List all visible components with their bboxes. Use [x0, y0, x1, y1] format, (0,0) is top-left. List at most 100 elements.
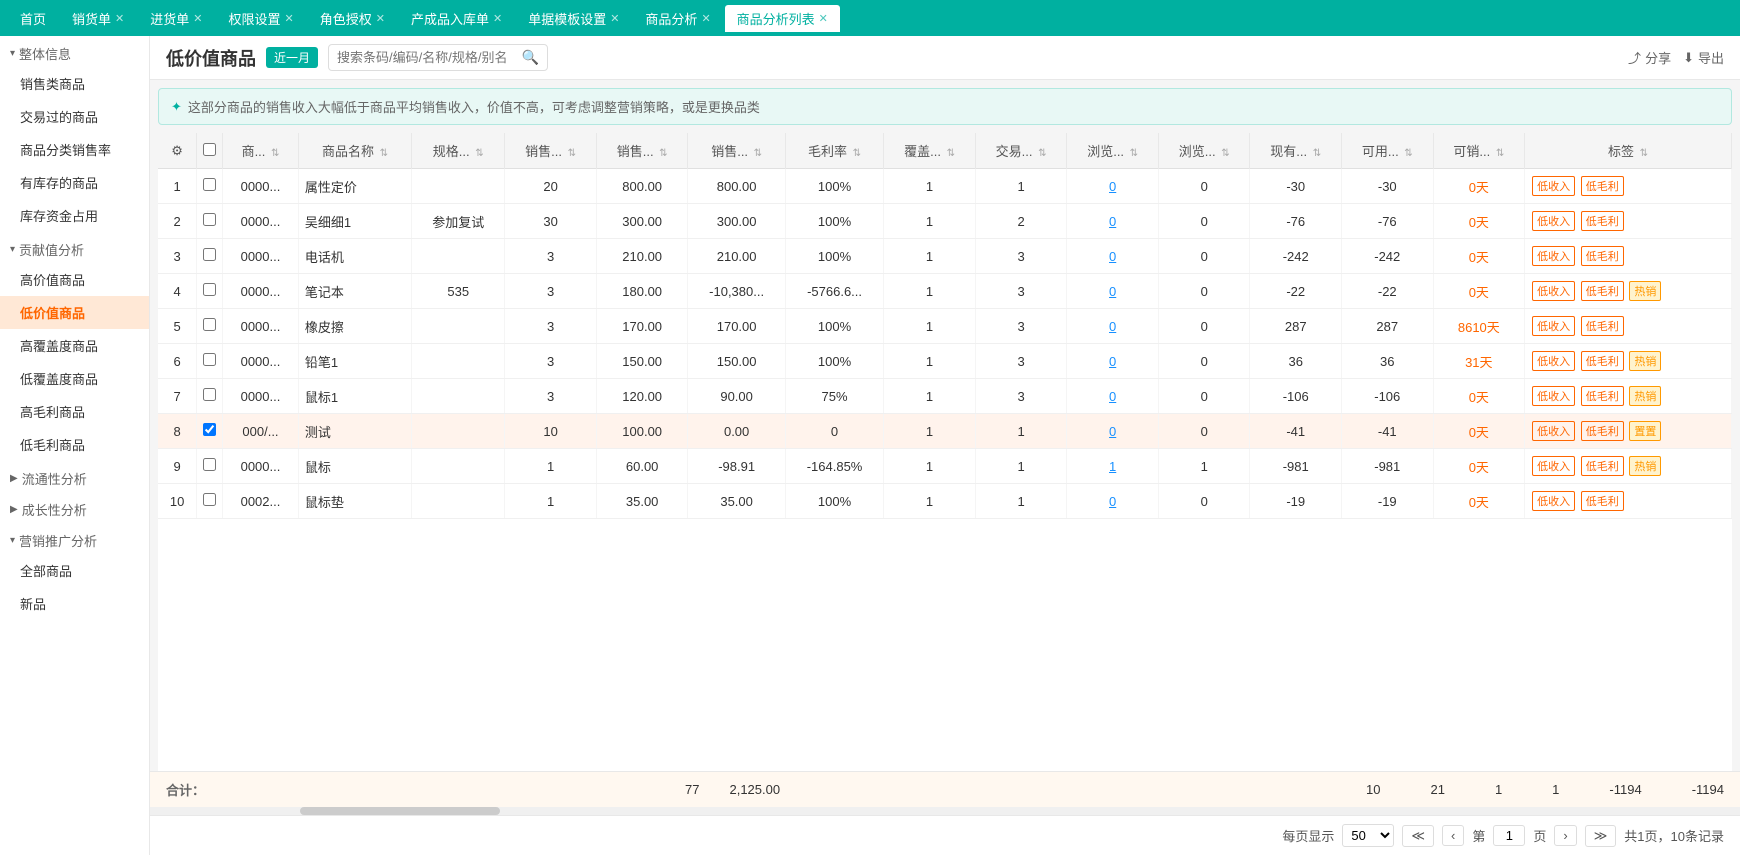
- share-button[interactable]: ⤴ 分享: [1628, 48, 1671, 67]
- th-saleable[interactable]: 可销... ⇅: [1433, 133, 1525, 169]
- nav-product-in-close[interactable]: ✕: [493, 12, 502, 25]
- row-checkbox-cell[interactable]: [197, 309, 223, 344]
- row-sales-amount: 210.00: [596, 239, 688, 274]
- nav-purchase-order[interactable]: 进货单 ✕: [138, 5, 214, 32]
- nav-product-in[interactable]: 产成品入库单 ✕: [399, 5, 514, 32]
- th-checkbox[interactable]: [197, 133, 223, 169]
- row-checkbox-cell[interactable]: [197, 449, 223, 484]
- row-checkbox-cell[interactable]: [197, 414, 223, 449]
- th-settings[interactable]: ⚙: [158, 133, 197, 169]
- sidebar-item-low-margin[interactable]: 低毛利商品: [0, 428, 149, 461]
- nav-goods-analysis[interactable]: 商品分析 ✕: [633, 5, 722, 32]
- sidebar-item-stock-fund[interactable]: 库存资金占用: [0, 199, 149, 232]
- page-last-button[interactable]: ≫: [1585, 825, 1617, 847]
- th-stock[interactable]: 现有... ⇅: [1250, 133, 1342, 169]
- row-browse1[interactable]: 0: [1067, 239, 1159, 274]
- nav-permission[interactable]: 权限设置 ✕: [216, 5, 305, 32]
- sidebar-group-flow[interactable]: ▶ 流通性分析: [0, 461, 149, 492]
- row-checkbox[interactable]: [203, 423, 216, 436]
- per-page-select[interactable]: 50 100 200: [1342, 824, 1394, 847]
- row-browse1[interactable]: 0: [1067, 379, 1159, 414]
- row-checkbox[interactable]: [203, 248, 216, 261]
- sidebar-group-growth[interactable]: ▶ 成长性分析: [0, 492, 149, 523]
- th-coverage[interactable]: 覆盖... ⇅: [884, 133, 976, 169]
- sidebar-item-high-margin[interactable]: 高毛利商品: [0, 395, 149, 428]
- row-browse1[interactable]: 0: [1067, 414, 1159, 449]
- sidebar-item-low-value[interactable]: 低价值商品: [0, 296, 149, 329]
- sidebar-group-overall[interactable]: ▾ 整体信息: [0, 36, 149, 67]
- row-checkbox[interactable]: [203, 458, 216, 471]
- sidebar-item-high-value[interactable]: 高价值商品: [0, 263, 149, 296]
- nav-permission-close[interactable]: ✕: [285, 12, 294, 25]
- row-browse1[interactable]: 0: [1067, 169, 1159, 204]
- sidebar-item-high-coverage[interactable]: 高覆盖度商品: [0, 329, 149, 362]
- sidebar-item-low-coverage[interactable]: 低覆盖度商品: [0, 362, 149, 395]
- page-prev-button[interactable]: ‹: [1442, 825, 1464, 846]
- th-trade[interactable]: 交易... ⇅: [975, 133, 1067, 169]
- nav-role-auth[interactable]: 角色授权 ✕: [308, 5, 397, 32]
- nav-sales-order[interactable]: 销货单 ✕: [60, 5, 136, 32]
- th-tags[interactable]: 标签 ⇅: [1525, 133, 1732, 169]
- nav-purchase-order-close[interactable]: ✕: [193, 12, 202, 25]
- row-checkbox[interactable]: [203, 213, 216, 226]
- row-checkbox-cell[interactable]: [197, 239, 223, 274]
- sidebar-group-contribution[interactable]: ▾ 贡献值分析: [0, 232, 149, 263]
- row-checkbox-cell[interactable]: [197, 169, 223, 204]
- row-checkbox-cell[interactable]: [197, 274, 223, 309]
- th-available[interactable]: 可用... ⇅: [1342, 133, 1434, 169]
- sidebar-item-all-goods[interactable]: 全部商品: [0, 554, 149, 587]
- search-icon[interactable]: 🔍: [522, 49, 539, 66]
- row-browse1[interactable]: 0: [1067, 204, 1159, 239]
- nav-template[interactable]: 单据模板设置 ✕: [516, 5, 631, 32]
- row-days: 31天: [1465, 355, 1492, 370]
- nav-goods-list-close[interactable]: ✕: [819, 12, 828, 25]
- row-browse1[interactable]: 1: [1067, 449, 1159, 484]
- page-next-button[interactable]: ›: [1554, 825, 1576, 846]
- sidebar-item-new-goods[interactable]: 新品: [0, 587, 149, 620]
- row-checkbox[interactable]: [203, 178, 216, 191]
- export-button[interactable]: ⬇ 导出: [1683, 48, 1724, 67]
- page-number-input[interactable]: [1493, 825, 1525, 846]
- scrollbar-thumb[interactable]: [300, 807, 500, 815]
- nav-template-close[interactable]: ✕: [610, 12, 619, 25]
- th-name[interactable]: 商品名称 ⇅: [298, 133, 411, 169]
- sidebar-item-stock-goods[interactable]: 有库存的商品: [0, 166, 149, 199]
- row-browse1[interactable]: 0: [1067, 484, 1159, 519]
- row-checkbox[interactable]: [203, 318, 216, 331]
- row-checkbox[interactable]: [203, 353, 216, 366]
- th-sales-profit[interactable]: 销售... ⇅: [688, 133, 785, 169]
- period-badge[interactable]: 近一月: [266, 47, 318, 68]
- horizontal-scrollbar[interactable]: [150, 807, 1740, 815]
- sidebar-item-category-sales[interactable]: 商品分类销售率: [0, 133, 149, 166]
- row-checkbox-cell[interactable]: [197, 379, 223, 414]
- search-input[interactable]: [337, 50, 516, 65]
- row-checkbox[interactable]: [203, 388, 216, 401]
- nav-role-auth-close[interactable]: ✕: [376, 12, 385, 25]
- th-sales-amount[interactable]: 销售... ⇅: [596, 133, 688, 169]
- th-margin[interactable]: 毛利率 ⇅: [785, 133, 883, 169]
- nav-goods-analysis-close[interactable]: ✕: [701, 12, 710, 25]
- th-code[interactable]: 商... ⇅: [223, 133, 299, 169]
- row-checkbox-cell[interactable]: [197, 484, 223, 519]
- row-checkbox-cell[interactable]: [197, 344, 223, 379]
- th-sales-count[interactable]: 销售... ⇅: [505, 133, 597, 169]
- nav-sales-order-close[interactable]: ✕: [115, 12, 124, 25]
- row-checkbox[interactable]: [203, 493, 216, 506]
- th-browse2[interactable]: 浏览... ⇅: [1158, 133, 1250, 169]
- nav-goods-list[interactable]: 商品分析列表 ✕: [725, 5, 840, 32]
- row-browse1[interactable]: 0: [1067, 309, 1159, 344]
- nav-home[interactable]: 首页: [8, 5, 58, 32]
- row-browse1[interactable]: 0: [1067, 344, 1159, 379]
- row-browse1[interactable]: 0: [1067, 274, 1159, 309]
- row-checkbox[interactable]: [203, 283, 216, 296]
- sidebar-group-marketing[interactable]: ▾ 营销推广分析: [0, 523, 149, 554]
- th-browse1[interactable]: 浏览... ⇅: [1067, 133, 1159, 169]
- row-code: 0000...: [223, 449, 299, 484]
- select-all-checkbox[interactable]: [203, 143, 216, 156]
- page-first-button[interactable]: ≪: [1402, 825, 1434, 847]
- sidebar-item-traded-goods[interactable]: 交易过的商品: [0, 100, 149, 133]
- sidebar-item-sales-goods[interactable]: 销售类商品: [0, 67, 149, 100]
- th-spec[interactable]: 规格... ⇅: [412, 133, 505, 169]
- row-checkbox-cell[interactable]: [197, 204, 223, 239]
- row-available: -242: [1342, 239, 1434, 274]
